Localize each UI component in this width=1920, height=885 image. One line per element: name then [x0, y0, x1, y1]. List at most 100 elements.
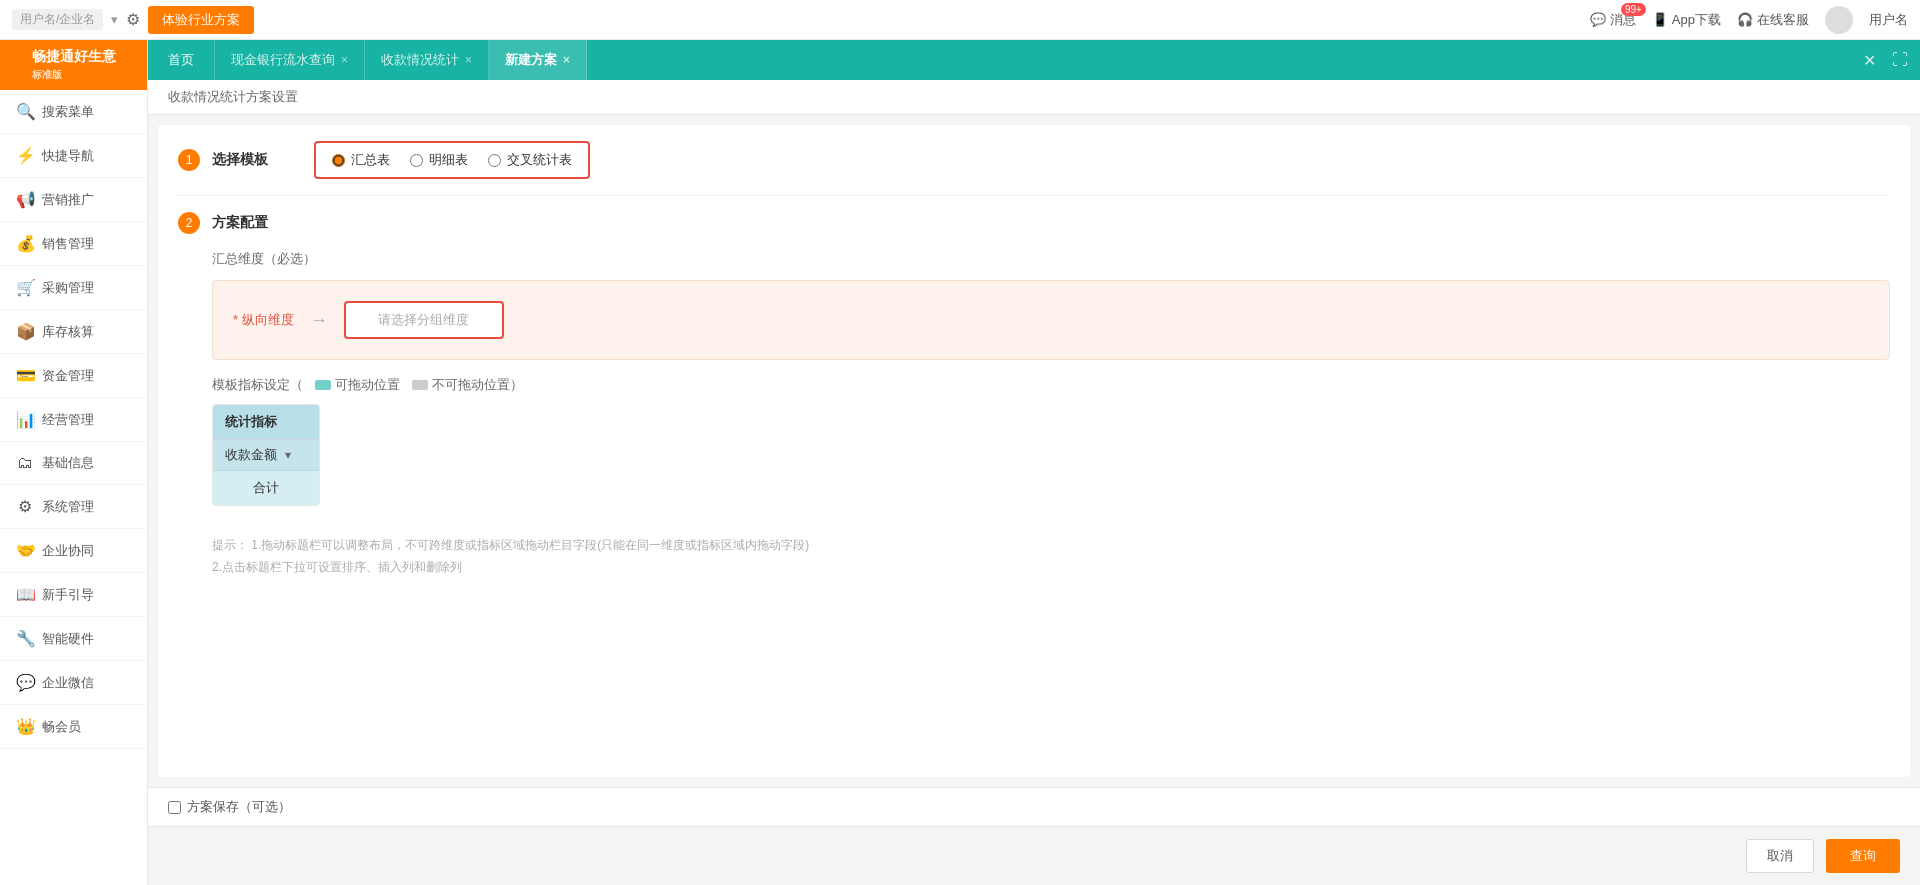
page-content: 收款情况统计方案设置 1 选择模板 汇总表 明细表 — [148, 80, 1920, 885]
step1-badge: 1 — [178, 149, 200, 171]
sidebar-label-basic-info: 基础信息 — [42, 454, 94, 472]
user-name: 用户名 — [1869, 11, 1908, 29]
hardware-icon: 🔧 — [16, 629, 34, 648]
sidebar-label-corp-collab: 企业协同 — [42, 542, 94, 560]
stats-column-row: 收款金额 ▾ 合计 — [213, 440, 319, 505]
sidebar-item-finance[interactable]: 💳 资金管理 — [0, 354, 147, 398]
sidebar-label-marketing: 营销推广 — [42, 191, 94, 209]
sidebar-label-system: 系统管理 — [42, 498, 94, 516]
main-layout: 畅捷通好生意 标准版 🔍 搜索菜单 ⚡ 快捷导航 📢 营销推广 💰 销售管理 🛒… — [0, 40, 1920, 885]
metrics-header: 模板指标设定（ 可拖动位置 不可拖动位置） — [212, 376, 1890, 394]
radio-detail-label: 明细表 — [429, 151, 468, 169]
tab-cashflow[interactable]: 现金银行流水查询 × — [215, 40, 365, 80]
sidebar-item-member[interactable]: 👑 畅会员 — [0, 705, 147, 749]
tab-close-all-icon[interactable]: ✕ — [1859, 47, 1880, 74]
radio-summary[interactable]: 汇总表 — [332, 151, 390, 169]
arrow-icon: → — [310, 310, 328, 331]
sidebar-item-inventory[interactable]: 📦 库存核算 — [0, 310, 147, 354]
sidebar-label-weixin: 企业微信 — [42, 674, 94, 692]
settings-icon[interactable]: ⚙ — [126, 10, 140, 29]
purchase-icon: 🛒 — [16, 278, 34, 297]
dimension-placeholder: 请选择分组维度 — [378, 311, 469, 329]
sidebar-item-newbie[interactable]: 📖 新手引导 — [0, 573, 147, 617]
sidebar-item-corp-collab[interactable]: 🤝 企业协同 — [0, 529, 147, 573]
header-left: 用户名/企业名 ▾ ⚙ 体验行业方案 — [12, 6, 254, 34]
sidebar-item-sales[interactable]: 💰 销售管理 — [0, 222, 147, 266]
radio-detail-input[interactable] — [410, 154, 423, 167]
form-section: 1 选择模板 汇总表 明细表 交叉统计表 — [158, 125, 1910, 777]
tab-new-plan-label: 新建方案 — [505, 51, 557, 69]
sidebar-item-hardware[interactable]: 🔧 智能硬件 — [0, 617, 147, 661]
sidebar-item-weixin[interactable]: 💬 企业微信 — [0, 661, 147, 705]
sidebar-item-quicknav[interactable]: ⚡ 快捷导航 — [0, 134, 147, 178]
tab-collection-stats-close[interactable]: × — [465, 53, 472, 67]
sidebar-item-management[interactable]: 📊 经营管理 — [0, 398, 147, 442]
save-option[interactable]: 方案保存（可选） — [168, 798, 291, 816]
dimension-area: * 纵向维度 → 请选择分组维度 — [212, 280, 1890, 360]
online-service[interactable]: 🎧 在线客服 — [1737, 11, 1809, 29]
sidebar-item-marketing[interactable]: 📢 营销推广 — [0, 178, 147, 222]
download-icon: 📱 — [1652, 12, 1668, 27]
page-title-bar: 收款情况统计方案设置 — [148, 80, 1920, 115]
page-title: 收款情况统计方案设置 — [168, 89, 298, 104]
radio-summary-label: 汇总表 — [351, 151, 390, 169]
top-header: 用户名/企业名 ▾ ⚙ 体验行业方案 💬 99+ 消息 📱 App下载 🎧 在线… — [0, 0, 1920, 40]
sidebar-item-system[interactable]: ⚙ 系统管理 — [0, 485, 147, 529]
query-button[interactable]: 查询 — [1826, 839, 1900, 873]
user-avatar[interactable] — [1825, 6, 1853, 34]
template-select-row: 汇总表 明细表 交叉统计表 — [314, 141, 590, 179]
sidebar-item-purchase[interactable]: 🛒 采购管理 — [0, 266, 147, 310]
tab-new-plan[interactable]: 新建方案 × — [489, 40, 587, 80]
notification-wrapper[interactable]: 💬 99+ 消息 — [1590, 11, 1636, 29]
tab-cashflow-close[interactable]: × — [341, 53, 348, 67]
breadcrumb-dropdown[interactable]: ▾ — [111, 12, 118, 27]
tab-collection-stats[interactable]: 收款情况统计 × — [365, 40, 489, 80]
radio-cross-input[interactable] — [488, 154, 501, 167]
notification-icon: 💬 — [1590, 12, 1606, 27]
tab-home[interactable]: 首页 — [148, 40, 215, 80]
cancel-button[interactable]: 取消 — [1746, 839, 1814, 873]
radio-summary-input[interactable] — [332, 154, 345, 167]
content-area: 首页 现金银行流水查询 × 收款情况统计 × 新建方案 × ✕ ⛶ — [148, 40, 1920, 885]
tab-new-plan-close[interactable]: × — [563, 53, 570, 67]
footer-buttons: 取消 查询 — [148, 826, 1920, 885]
basic-info-icon: 🗂 — [16, 454, 34, 472]
dimension-selector[interactable]: 请选择分组维度 — [344, 301, 504, 339]
save-checkbox-input[interactable] — [168, 801, 181, 814]
quicknav-icon: ⚡ — [16, 146, 34, 165]
breadcrumb: 用户名/企业名 — [12, 9, 103, 30]
member-icon: 👑 — [16, 717, 34, 736]
dimension-required-label: * 纵向维度 — [233, 311, 294, 329]
tab-expand-icon[interactable]: ⛶ — [1888, 47, 1912, 73]
radio-cross[interactable]: 交叉统计表 — [488, 151, 572, 169]
sidebar-label-finance: 资金管理 — [42, 367, 94, 385]
trial-button[interactable]: 体验行业方案 — [148, 6, 254, 34]
sales-icon: 💰 — [16, 234, 34, 253]
logo-text: 畅捷通好生意 — [32, 48, 116, 66]
sidebar-label-management: 经营管理 — [42, 411, 94, 429]
tip-1: 提示： 1.拖动标题栏可以调整布局，不可跨维度或指标区域拖动栏目字段(只能在同一… — [212, 535, 1890, 557]
stats-column-chevron[interactable]: ▾ — [285, 448, 291, 462]
stats-row-label: 合计 — [253, 480, 279, 495]
tab-bar-actions: ✕ ⛶ — [1859, 47, 1912, 74]
sidebar-label-inventory: 库存核算 — [42, 323, 94, 341]
draggable-box — [315, 380, 331, 390]
sidebar-label-sales: 销售管理 — [42, 235, 94, 253]
step1-label: 选择模板 — [212, 151, 268, 169]
sidebar-logo: 畅捷通好生意 标准版 — [0, 40, 147, 90]
download-label: App下载 — [1672, 11, 1721, 29]
marketing-icon: 📢 — [16, 190, 34, 209]
radio-detail[interactable]: 明细表 — [410, 151, 468, 169]
finance-icon: 💳 — [16, 366, 34, 385]
save-label: 方案保存（可选） — [187, 798, 291, 816]
sidebar-item-search[interactable]: 🔍 搜索菜单 — [0, 90, 147, 134]
app-download[interactable]: 📱 App下载 — [1652, 11, 1721, 29]
stats-column-label: 收款金额 — [225, 446, 277, 464]
sidebar-label-purchase: 采购管理 — [42, 279, 94, 297]
sidebar: 畅捷通好生意 标准版 🔍 搜索菜单 ⚡ 快捷导航 📢 营销推广 💰 销售管理 🛒… — [0, 40, 148, 885]
search-icon: 🔍 — [16, 102, 34, 121]
weixin-icon: 💬 — [16, 673, 34, 692]
sidebar-label-newbie: 新手引导 — [42, 586, 94, 604]
step2-badge: 2 — [178, 212, 200, 234]
sidebar-item-basic-info[interactable]: 🗂 基础信息 — [0, 442, 147, 485]
